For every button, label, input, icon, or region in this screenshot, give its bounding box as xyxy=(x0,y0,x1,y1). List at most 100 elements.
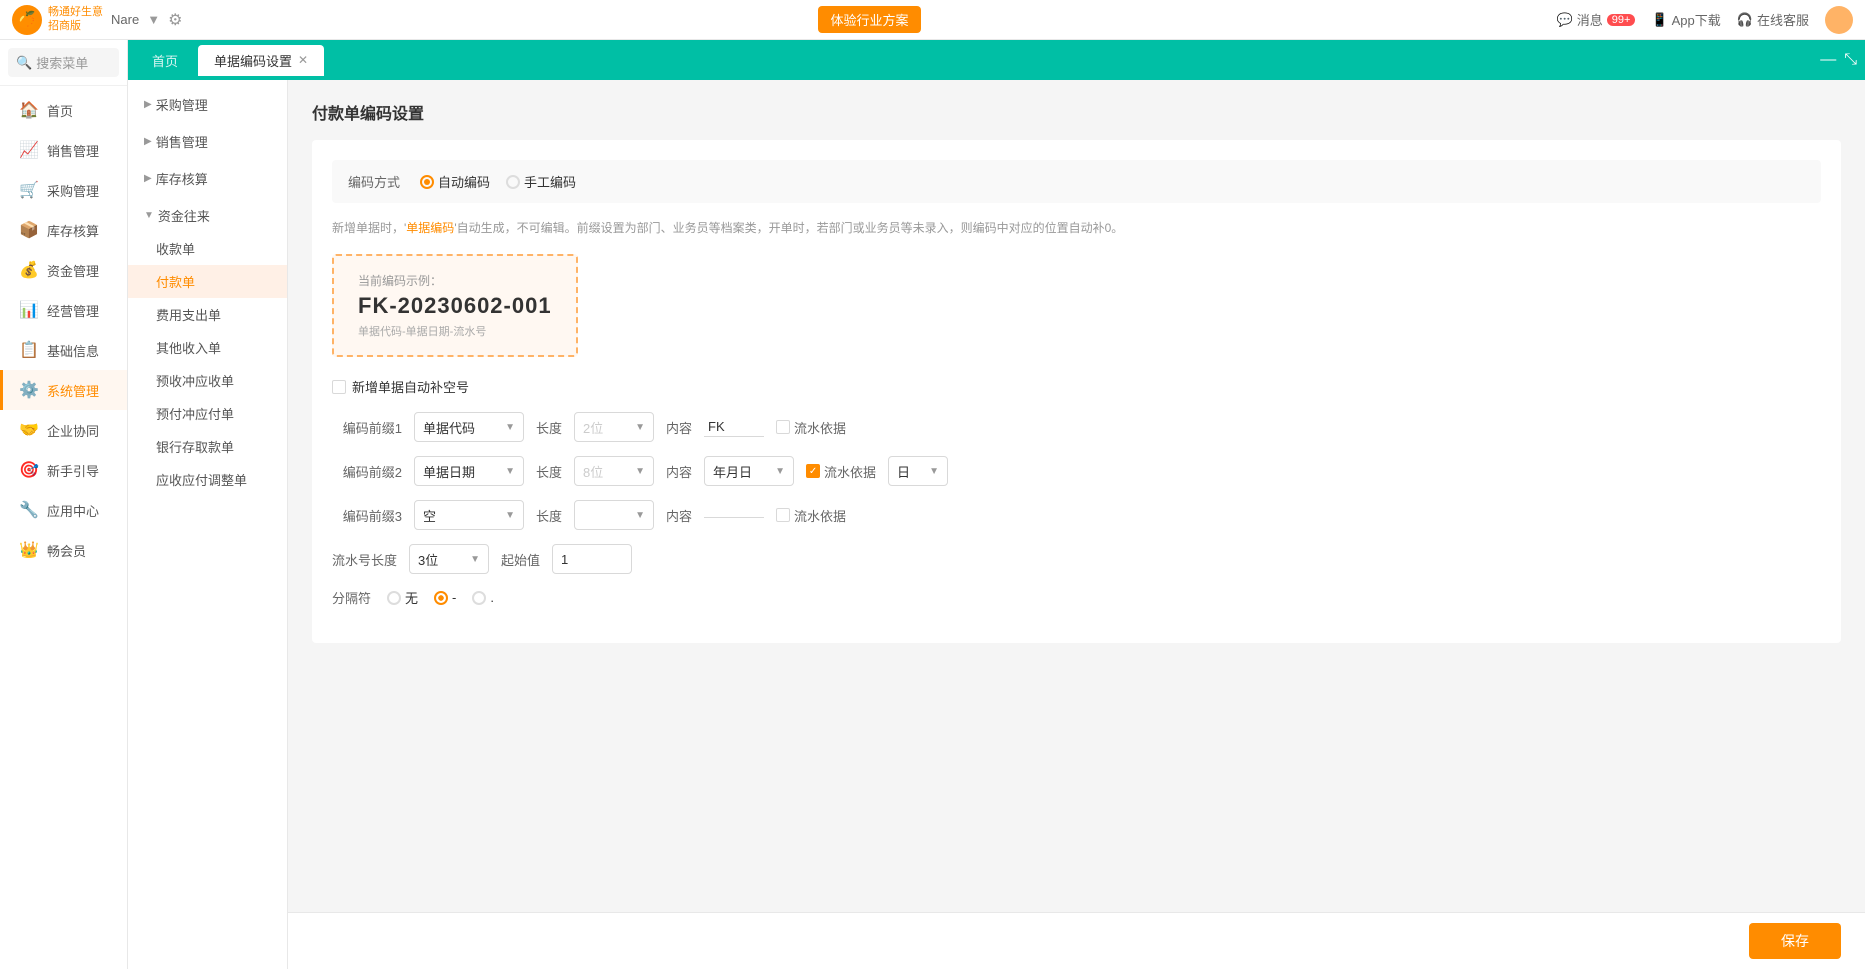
stream1-checkbox[interactable]: 流水依据 xyxy=(776,418,846,437)
sidebar-item-inventory[interactable]: 📦 库存核算 xyxy=(0,210,127,250)
sub-nav-bank[interactable]: 银行存取款单 xyxy=(128,430,287,463)
sep-dash-dot xyxy=(434,591,448,605)
company-name: Nare xyxy=(111,12,139,27)
length3-select[interactable]: ▼ xyxy=(574,500,654,530)
sidebar-item-basic[interactable]: 📋 基础信息 xyxy=(0,330,127,370)
chevron-right-icon: ▶ xyxy=(144,173,152,184)
main-panel: 付款单编码设置 编码方式 自动编码 手工编码 xyxy=(288,80,1865,969)
sub-nav-payment[interactable]: 付款单 xyxy=(128,265,287,298)
prefix1-row: 编码前缀1 单据代码 ▼ 长度 2位 ▼ 内容 FK xyxy=(332,412,1821,442)
tab-home[interactable]: 首页 xyxy=(136,45,194,76)
chevron-right-icon: ▶ xyxy=(144,136,152,147)
home-icon: 🏠 xyxy=(19,100,39,120)
sidebar-item-label: 销售管理 xyxy=(47,141,99,160)
tab-encoding[interactable]: 单据编码设置 ✕ xyxy=(198,45,324,76)
serial-length-select[interactable]: 3位 ▼ xyxy=(409,544,489,574)
sidebar-nav: 🏠 首页 📈 销售管理 🛒 采购管理 📦 库存核算 💰 资金管理 📊 经 xyxy=(0,86,127,969)
save-button[interactable]: 保存 xyxy=(1749,923,1841,959)
auto-encode-radio[interactable]: 自动编码 xyxy=(420,172,490,191)
sep-dot-radio[interactable]: . xyxy=(472,590,494,605)
sub-nav-adjustment[interactable]: 应收应付调整单 xyxy=(128,463,287,496)
stream2-period-select[interactable]: 日 ▼ xyxy=(888,456,948,486)
prefix3-row: 编码前缀3 空 ▼ 长度 ▼ 内容 xyxy=(332,500,1821,530)
sidebar-item-finance[interactable]: 💰 资金管理 xyxy=(0,250,127,290)
sub-nav-sales[interactable]: ▶ 销售管理 xyxy=(128,125,287,158)
manual-encode-radio[interactable]: 手工编码 xyxy=(506,172,576,191)
inventory-icon: 📦 xyxy=(19,220,39,240)
sidebar-item-sales[interactable]: 📈 销售管理 xyxy=(0,130,127,170)
start-value-input[interactable]: 1 xyxy=(552,544,632,574)
prefix2-select[interactable]: 单据日期 ▼ xyxy=(414,456,524,486)
length1-select[interactable]: 2位 ▼ xyxy=(574,412,654,442)
finance-icon: 💰 xyxy=(19,260,39,280)
sidebar-item-member[interactable]: 👑 畅会员 xyxy=(0,530,127,570)
sub-nav-purchase[interactable]: ▶ 采购管理 xyxy=(128,88,287,121)
guide-icon: 🎯 xyxy=(19,460,39,480)
hint-text: 新增单据时，'单据编码'自动生成，不可编辑。前缀设置为部门、业务员等档案类，开单… xyxy=(332,219,1821,238)
sidebar-item-home[interactable]: 🏠 首页 xyxy=(0,90,127,130)
sidebar-item-label: 经营管理 xyxy=(47,301,99,320)
tab-close-icon[interactable]: ✕ xyxy=(298,53,308,67)
minimize-icon[interactable]: — xyxy=(1820,51,1836,69)
app-layout: 🔍 搜索菜单 🏠 首页 📈 销售管理 🛒 采购管理 📦 库存核算 💰 xyxy=(0,40,1865,969)
content-area: ▶ 采购管理 ▶ 销售管理 ▶ 库存核算 xyxy=(128,80,1865,969)
stream2-checkbox[interactable]: ✓ 流水依据 xyxy=(806,462,876,481)
member-icon: 👑 xyxy=(19,540,39,560)
sidebar-item-operation[interactable]: 📊 经营管理 xyxy=(0,290,127,330)
manual-encode-dot xyxy=(506,175,520,189)
serial-row: 流水号长度 3位 ▼ 起始值 1 xyxy=(332,544,1821,574)
sidebar-item-system[interactable]: ⚙️ 系统管理 xyxy=(0,370,127,410)
sub-nav-inventory[interactable]: ▶ 库存核算 xyxy=(128,162,287,195)
prefix3-select[interactable]: 空 ▼ xyxy=(414,500,524,530)
chevron-down-icon: ▼ xyxy=(505,466,515,477)
logo-icon: 🍊 xyxy=(12,5,42,35)
sub-nav-other-income[interactable]: 其他收入单 xyxy=(128,331,287,364)
settings-icon[interactable]: ⚙ xyxy=(168,10,182,30)
prefix2-row: 编码前缀2 单据日期 ▼ 长度 8位 ▼ 内容 年月日 xyxy=(332,456,1821,486)
tab-bar: 首页 单据编码设置 ✕ — ⤡ xyxy=(128,40,1865,80)
expand-icon[interactable]: ⤡ xyxy=(1844,51,1857,69)
online-service-button[interactable]: 🎧 在线客服 xyxy=(1737,10,1809,29)
user-avatar[interactable] xyxy=(1825,6,1853,34)
sidebar-item-label: 资金管理 xyxy=(47,261,99,280)
stream2-checkbox-checked[interactable]: ✓ xyxy=(806,464,820,478)
experience-button[interactable]: 体验行业方案 xyxy=(818,6,920,33)
sep-none-dot xyxy=(387,591,401,605)
auto-zero-checkbox[interactable] xyxy=(332,380,346,394)
sub-nav-group-inventory: ▶ 库存核算 xyxy=(128,162,287,195)
chevron-down-icon: ▼ xyxy=(929,466,939,477)
sub-nav-finance[interactable]: ▼ 资金往来 xyxy=(128,199,287,232)
sidebar-item-purchase[interactable]: 🛒 采购管理 xyxy=(0,170,127,210)
sep-none-radio[interactable]: 无 xyxy=(387,588,418,607)
sidebar-search-area: 🔍 搜索菜单 xyxy=(0,40,127,86)
stream3-checkbox-box[interactable] xyxy=(776,508,790,522)
content2-select[interactable]: 年月日 ▼ xyxy=(704,456,794,486)
chevron-down-icon: ▼ xyxy=(635,466,645,477)
stream3-checkbox[interactable]: 流水依据 xyxy=(776,506,846,525)
stream1-checkbox-box[interactable] xyxy=(776,420,790,434)
search-menu-button[interactable]: 🔍 搜索菜单 xyxy=(8,48,119,77)
app-download-button[interactable]: 📱 App下载 xyxy=(1651,10,1720,29)
length2-select[interactable]: 8位 ▼ xyxy=(574,456,654,486)
sidebar-item-app-center[interactable]: 🔧 应用中心 xyxy=(0,490,127,530)
auto-encode-dot xyxy=(420,175,434,189)
prefix1-select[interactable]: 单据代码 ▼ xyxy=(414,412,524,442)
sub-nav-advance-payable[interactable]: 预付冲应付单 xyxy=(128,397,287,430)
sub-nav-receipt[interactable]: 收款单 xyxy=(128,232,287,265)
form-card: 编码方式 自动编码 手工编码 xyxy=(312,140,1841,643)
sep-dash-radio[interactable]: - xyxy=(434,590,456,605)
avatar-icon xyxy=(1825,6,1853,34)
sidebar-item-guide[interactable]: 🎯 新手引导 xyxy=(0,450,127,490)
sidebar-item-enterprise[interactable]: 🤝 企业协同 xyxy=(0,410,127,450)
message-button[interactable]: 💬 消息 99+ xyxy=(1557,10,1636,29)
app-center-icon: 🔧 xyxy=(19,500,39,520)
sidebar-item-label: 首页 xyxy=(47,101,73,120)
sidebar-item-label: 基础信息 xyxy=(47,341,99,360)
system-icon: ⚙️ xyxy=(19,380,39,400)
preview-box: 当前编码示例： FK-20230602-001 单据代码-单据日期-流水号 xyxy=(332,254,578,357)
sub-nav-expense[interactable]: 费用支出单 xyxy=(128,298,287,331)
sidebar: 🔍 搜索菜单 🏠 首页 📈 销售管理 🛒 采购管理 📦 库存核算 💰 xyxy=(0,40,128,969)
chevron-down-icon[interactable]: ▼ xyxy=(147,12,160,27)
sub-nav-advance-receivable[interactable]: 预收冲应收单 xyxy=(128,364,287,397)
chevron-right-icon: ▶ xyxy=(144,99,152,110)
